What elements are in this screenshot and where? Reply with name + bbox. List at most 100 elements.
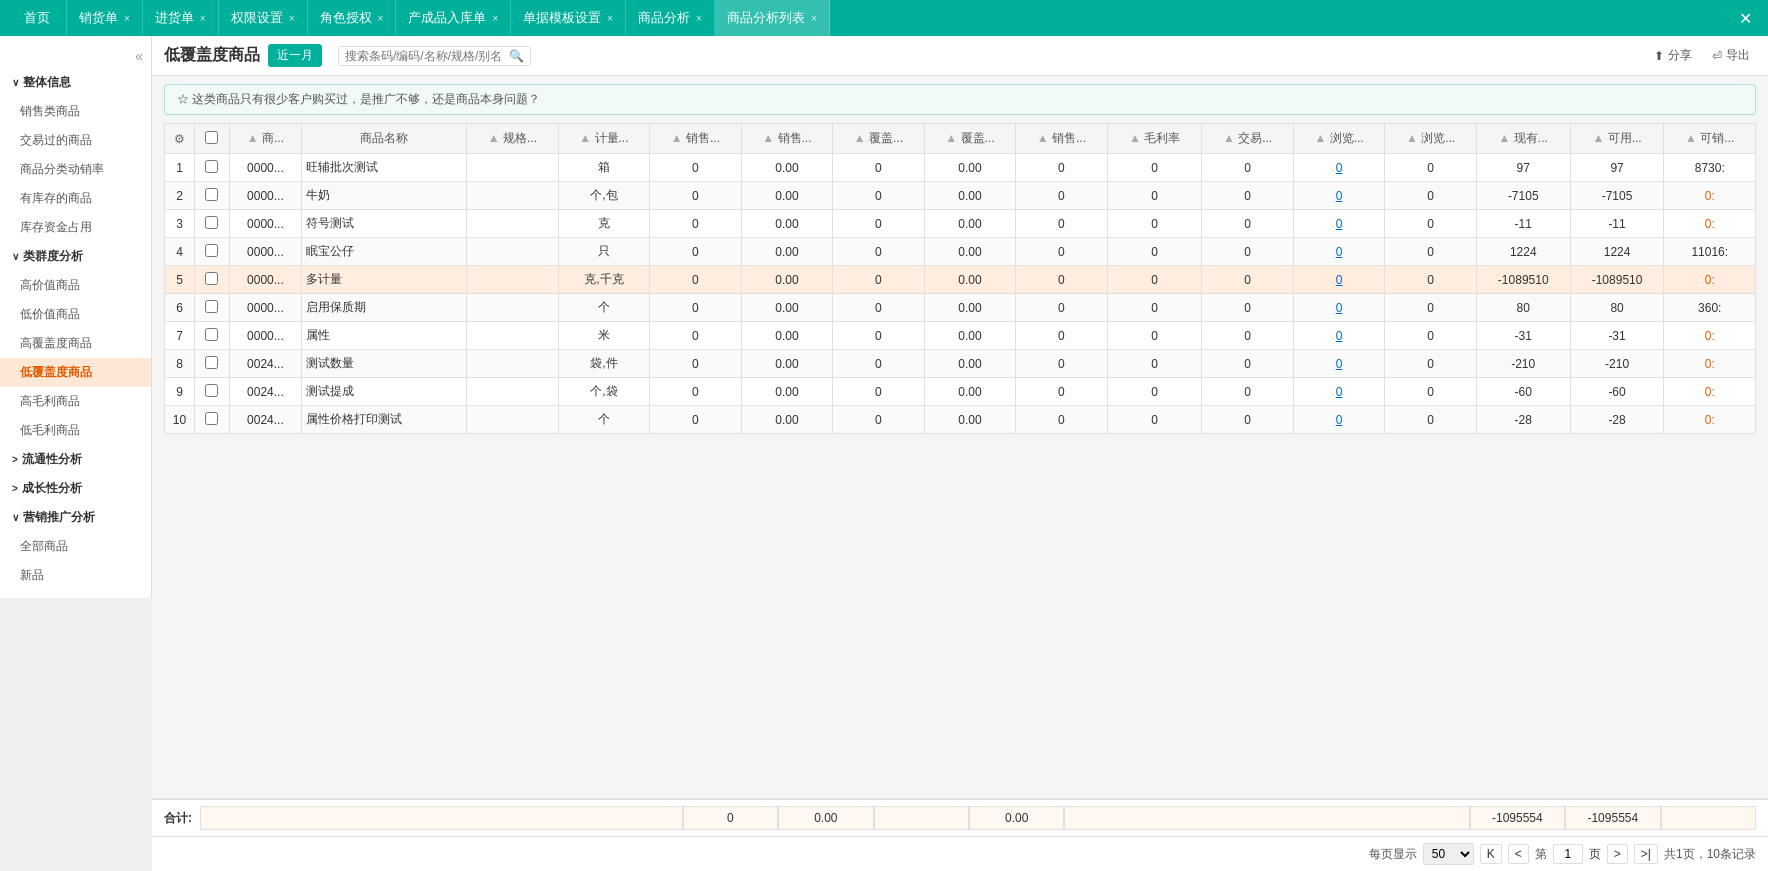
sidebar-item-高毛利商品[interactable]: 高毛利商品: [0, 387, 151, 416]
cell-num: 7: [165, 322, 195, 350]
filter-recent-month[interactable]: 近一月: [268, 44, 322, 67]
cell-browse1[interactable]: 0: [1293, 406, 1385, 434]
cell-checkbox[interactable]: [195, 210, 230, 238]
close-all-button[interactable]: ✕: [1731, 9, 1760, 28]
browse-link[interactable]: 0: [1336, 161, 1343, 175]
sidebar-section-流通性分析[interactable]: >流通性分析: [0, 445, 151, 474]
cell-checkbox[interactable]: [195, 238, 230, 266]
sidebar-item-全部商品[interactable]: 全部商品: [0, 532, 151, 561]
sidebar-item-高价值商品[interactable]: 高价值商品: [0, 271, 151, 300]
cell-saleable: 8730:: [1664, 154, 1756, 182]
row-checkbox[interactable]: [205, 216, 218, 229]
cell-checkbox[interactable]: [195, 406, 230, 434]
cell-sales_amt: 0.00: [741, 350, 833, 378]
browse-link[interactable]: 0: [1336, 273, 1343, 287]
row-checkbox[interactable]: [205, 328, 218, 341]
sidebar-section-整体信息[interactable]: ∨整体信息: [0, 68, 151, 97]
sidebar-item-库存资金占用[interactable]: 库存资金占用: [0, 213, 151, 242]
sidebar-item-低毛利商品[interactable]: 低毛利商品: [0, 416, 151, 445]
nav-tab-权限设置[interactable]: 权限设置×: [219, 0, 308, 36]
cell-browse1[interactable]: 0: [1293, 322, 1385, 350]
cell-checkbox[interactable]: [195, 294, 230, 322]
cell-checkbox[interactable]: [195, 378, 230, 406]
browse-link[interactable]: 0: [1336, 385, 1343, 399]
close-tab-icon[interactable]: ×: [696, 13, 702, 24]
cell-available: -60: [1570, 378, 1664, 406]
sidebar-item-有库存的商品[interactable]: 有库存的商品: [0, 184, 151, 213]
sidebar-collapse-btn[interactable]: «: [135, 48, 143, 64]
nav-tab-进货单[interactable]: 进货单×: [143, 0, 219, 36]
settings-icon[interactable]: ⚙: [174, 132, 185, 146]
share-button[interactable]: ⬆ 分享: [1648, 45, 1698, 66]
close-tab-icon[interactable]: ×: [607, 13, 613, 24]
sidebar-item-交易过的商品[interactable]: 交易过的商品: [0, 126, 151, 155]
cell-checkbox[interactable]: [195, 322, 230, 350]
cell-checkbox[interactable]: [195, 182, 230, 210]
browse-link[interactable]: 0: [1336, 189, 1343, 203]
browse-link[interactable]: 0: [1336, 357, 1343, 371]
cell-browse1[interactable]: 0: [1293, 266, 1385, 294]
nav-tab-单据模板设置[interactable]: 单据模板设置×: [511, 0, 626, 36]
nav-tab-销货单[interactable]: 销货单×: [67, 0, 143, 36]
cell-checkbox[interactable]: [195, 154, 230, 182]
row-checkbox[interactable]: [205, 384, 218, 397]
close-tab-icon[interactable]: ×: [200, 13, 206, 24]
browse-link[interactable]: 0: [1336, 329, 1343, 343]
cell-browse1[interactable]: 0: [1293, 154, 1385, 182]
cell-browse1[interactable]: 0: [1293, 294, 1385, 322]
close-tab-icon[interactable]: ×: [378, 13, 384, 24]
row-checkbox[interactable]: [205, 160, 218, 173]
nav-tab-角色授权[interactable]: 角色授权×: [308, 0, 397, 36]
nav-tab-商品分析列表[interactable]: 商品分析列表×: [715, 0, 830, 36]
close-tab-icon[interactable]: ×: [811, 13, 817, 24]
row-checkbox[interactable]: [205, 412, 218, 425]
nav-tab-产成品入库单[interactable]: 产成品入库单×: [396, 0, 511, 36]
prev-page-btn[interactable]: <: [1508, 844, 1529, 864]
sidebar-item-高覆盖度商品[interactable]: 高覆盖度商品: [0, 329, 151, 358]
nav-tab-首页[interactable]: 首页: [8, 0, 67, 36]
sidebar-section-类群度分析[interactable]: ∨类群度分析: [0, 242, 151, 271]
total-cell: 0.00: [969, 806, 1064, 830]
search-input[interactable]: [345, 49, 505, 63]
browse-link[interactable]: 0: [1336, 301, 1343, 315]
col-header-settings[interactable]: ⚙: [165, 124, 195, 154]
export-icon: ⏎: [1712, 49, 1722, 63]
cell-num: 9: [165, 378, 195, 406]
close-tab-icon[interactable]: ×: [124, 13, 130, 24]
first-page-btn[interactable]: K: [1480, 844, 1502, 864]
export-button[interactable]: ⏎ 导出: [1706, 45, 1756, 66]
sidebar-item-商品分类动销率[interactable]: 商品分类动销率: [0, 155, 151, 184]
cell-checkbox[interactable]: [195, 350, 230, 378]
sidebar-section-营销推广分析[interactable]: ∨营销推广分析: [0, 503, 151, 532]
sidebar-item-新品[interactable]: 新品: [0, 561, 151, 590]
search-icon[interactable]: 🔍: [509, 49, 524, 63]
nav-tab-商品分析[interactable]: 商品分析×: [626, 0, 715, 36]
browse-link[interactable]: 0: [1336, 245, 1343, 259]
last-page-btn[interactable]: >|: [1634, 844, 1658, 864]
page-number-input[interactable]: [1553, 844, 1583, 864]
cell-browse1[interactable]: 0: [1293, 350, 1385, 378]
sidebar-item-低覆盖度商品[interactable]: 低覆盖度商品: [0, 358, 151, 387]
cell-browse1[interactable]: 0: [1293, 238, 1385, 266]
browse-link[interactable]: 0: [1336, 217, 1343, 231]
sidebar-item-低价值商品[interactable]: 低价值商品: [0, 300, 151, 329]
row-checkbox[interactable]: [205, 356, 218, 369]
next-page-btn[interactable]: >: [1607, 844, 1628, 864]
sidebar-item-销售类商品[interactable]: 销售类商品: [0, 97, 151, 126]
row-checkbox[interactable]: [205, 300, 218, 313]
row-checkbox[interactable]: [205, 244, 218, 257]
row-checkbox[interactable]: [205, 188, 218, 201]
cell-browse1[interactable]: 0: [1293, 210, 1385, 238]
cell-browse1[interactable]: 0: [1293, 182, 1385, 210]
cell-checkbox[interactable]: [195, 266, 230, 294]
table-row: 20000...牛奶个,包00.0000.0000000-7105-71050:: [165, 182, 1756, 210]
table-container[interactable]: ⚙▲ 商...商品名称▲ 规格...▲ 计量...▲ 销售...▲ 销售...▲…: [152, 123, 1768, 798]
row-checkbox[interactable]: [205, 272, 218, 285]
browse-link[interactable]: 0: [1336, 413, 1343, 427]
close-tab-icon[interactable]: ×: [289, 13, 295, 24]
select-all-checkbox[interactable]: [205, 131, 218, 144]
page-size-select[interactable]: 2050100: [1423, 843, 1474, 865]
cell-browse1[interactable]: 0: [1293, 378, 1385, 406]
sidebar-section-成长性分析[interactable]: >成长性分析: [0, 474, 151, 503]
close-tab-icon[interactable]: ×: [492, 13, 498, 24]
